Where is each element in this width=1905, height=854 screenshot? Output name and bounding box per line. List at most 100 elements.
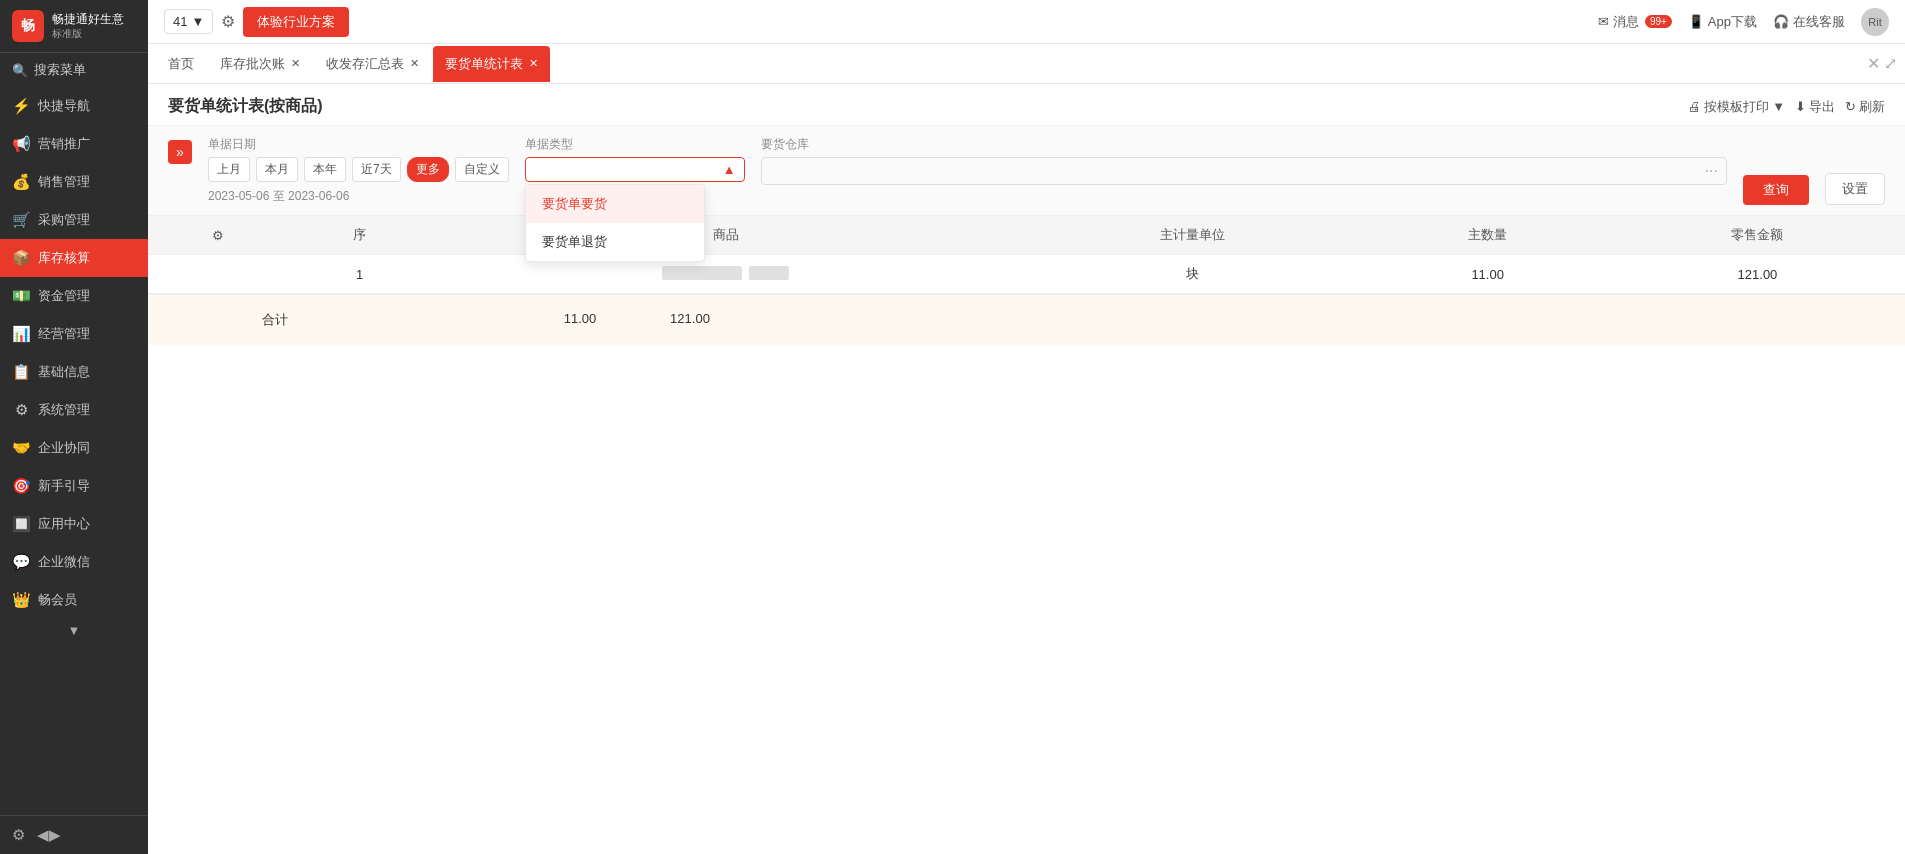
sidebar-item-enterprise[interactable]: 🤝 企业协同 (0, 429, 148, 467)
nav-label-enterprise: 企业协同 (38, 439, 90, 457)
avatar[interactable]: Rit (1861, 8, 1889, 36)
trial-button[interactable]: 体验行业方案 (243, 7, 349, 37)
logo-text: 畅捷通好生意 (52, 11, 124, 28)
sidebar-item-finance[interactable]: 💵资金管理 (0, 277, 148, 315)
app-download-btn[interactable]: 📱 App下载 (1688, 13, 1757, 31)
sidebar-item-quick-nav[interactable]: ⚡快捷导航 (0, 87, 148, 125)
warehouse-more[interactable]: ··· (1705, 162, 1718, 180)
nav-label-guide: 新手引导 (38, 477, 90, 495)
row-unit-0: 块 (1020, 255, 1365, 294)
export-btn[interactable]: ⬇ 导出 (1795, 98, 1835, 116)
close-all-tabs[interactable]: ✕ ⤢ (1867, 54, 1897, 73)
btn-more[interactable]: 更多 (407, 157, 449, 182)
main-area: 41 ▼ ⚙ 体验行业方案 ✉ 消息 99+ 📱 App下载 🎧 在线客服 Ri… (148, 0, 1905, 854)
query-btn[interactable]: 查询 (1743, 175, 1809, 205)
footer-label: 合计 (250, 307, 430, 333)
logo-subtext: 标准版 (52, 27, 124, 41)
warehouse-input[interactable]: ··· (761, 157, 1727, 185)
filter-type-group: 单据类型 ▲ 要货单要货要货单退货 (525, 136, 745, 182)
sidebar-item-system[interactable]: ⚙系统管理 (0, 391, 148, 429)
topbar-right: ✉ 消息 99+ 📱 App下载 🎧 在线客服 Rit (1598, 8, 1889, 36)
service-label: 在线客服 (1793, 13, 1845, 31)
sidebar-logo: 畅 畅捷通好生意 标准版 (0, 0, 148, 53)
sidebar: 畅 畅捷通好生意 标准版 🔍 搜索菜单 ⚡快捷导航📢营销推广💰销售管理🛒采购管理… (0, 0, 148, 854)
tab-label-home: 首页 (168, 55, 194, 73)
tab-label-batch: 库存批次账 (220, 55, 285, 73)
tab-home[interactable]: 首页 (156, 46, 206, 82)
nav-label-operations: 经营管理 (38, 325, 90, 343)
filter-warehouse-group: 要货仓库 ··· (761, 136, 1727, 185)
sidebar-item-guide[interactable]: 🎯 新手引导 (0, 467, 148, 505)
col-header-num: 序 (288, 216, 432, 255)
btn-prev-month[interactable]: 上月 (208, 157, 250, 182)
btn-this-month[interactable]: 本月 (256, 157, 298, 182)
settings-icon[interactable]: ⚙ (12, 826, 25, 844)
print-dropdown-icon: ▼ (1772, 99, 1785, 114)
type-select[interactable]: ▲ (525, 157, 745, 182)
sidebar-item-wechat[interactable]: 💬企业微信 (0, 543, 148, 581)
footer-spacer-unit (430, 307, 530, 333)
sidebar-item-member[interactable]: 👑 畅会员 (0, 581, 148, 619)
service-icon: 🎧 (1773, 14, 1789, 29)
refresh-btn[interactable]: ↻ 刷新 (1845, 98, 1885, 116)
tab-close-batch[interactable]: ✕ (291, 57, 300, 70)
filter-date-range: 2023-05-06 至 2023-06-06 (208, 188, 509, 205)
message-icon: ✉ (1598, 14, 1609, 29)
dropdown-option-requisition-return[interactable]: 要货单退货 (526, 223, 704, 261)
topbar-left: 41 ▼ ⚙ 体验行业方案 (164, 7, 1586, 37)
nav-icon-system: ⚙ (12, 401, 30, 419)
tab-summary[interactable]: 收发存汇总表✕ (314, 46, 431, 82)
company-selector[interactable]: 41 ▼ (164, 9, 213, 34)
search-menu[interactable]: 🔍 搜索菜单 (0, 53, 148, 87)
page-header: 要货单统计表(按商品) 🖨 按模板打印 ▼ ⬇ 导出 ↻ 刷新 (148, 84, 1905, 126)
page-actions: 🖨 按模板打印 ▼ ⬇ 导出 ↻ 刷新 (1688, 98, 1885, 116)
sidebar-bottom: ⚙ ◀▶ (0, 815, 148, 854)
sidebar-item-purchase[interactable]: 🛒采购管理 (0, 201, 148, 239)
btn-this-year[interactable]: 本年 (304, 157, 346, 182)
data-table: ⚙序商品主计量单位主数量零售金额 1 块 11.00 121.00 (148, 216, 1905, 294)
nav-label-inventory: 库存核算 (38, 249, 90, 267)
btn-last7[interactable]: 近7天 (352, 157, 401, 182)
warehouse-filter-label: 要货仓库 (761, 136, 1727, 153)
settings-btn[interactable]: 设置 (1825, 173, 1885, 205)
sidebar-scroll-down[interactable]: ▼ (0, 619, 148, 642)
print-btn[interactable]: 🖨 按模板打印 ▼ (1688, 98, 1785, 116)
expand-icon: ⤢ (1884, 54, 1897, 73)
sidebar-item-marketing[interactable]: 📢营销推广 (0, 125, 148, 163)
sidebar-item-basic[interactable]: 📋基础信息 (0, 353, 148, 391)
sidebar-item-sales[interactable]: 💰销售管理 (0, 163, 148, 201)
messages-btn[interactable]: ✉ 消息 99+ (1598, 13, 1672, 31)
tab-close-requisition[interactable]: ✕ (529, 57, 538, 70)
col-header-amount: 零售金额 (1610, 216, 1905, 255)
sidebar-item-inventory[interactable]: 📦库存核算 (0, 239, 148, 277)
nav-icon-enterprise: 🤝 (12, 439, 30, 457)
online-service-btn[interactable]: 🎧 在线客服 (1773, 13, 1845, 31)
tab-batch[interactable]: 库存批次账 ✕ (208, 46, 312, 82)
btn-custom[interactable]: 自定义 (455, 157, 509, 182)
col-header-product: 商品 (431, 216, 1020, 255)
tab-requisition[interactable]: 要货单统计表✕ (433, 46, 550, 82)
refresh-label: 刷新 (1859, 98, 1885, 116)
type-filter-label: 单据类型 (525, 136, 745, 153)
filter-bar: » 单据日期 上月 本月 本年 近7天 更多 自定义 2023-05-06 至 … (148, 126, 1905, 216)
tab-close-summary[interactable]: ✕ (410, 57, 419, 70)
collapse-icon[interactable]: ◀▶ (37, 826, 61, 844)
sidebar-item-operations[interactable]: 📊经营管理 (0, 315, 148, 353)
nav-icon-marketing: 📢 (12, 135, 30, 153)
dropdown-option-requisition-order[interactable]: 要货单要货 (526, 185, 704, 223)
table-container: ⚙序商品主计量单位主数量零售金额 1 块 11.00 121.00 (148, 216, 1905, 294)
nav-icon-purchase: 🛒 (12, 211, 30, 229)
sidebar-item-apps[interactable]: 🔲应用中心 (0, 505, 148, 543)
row-product-0 (431, 255, 1020, 294)
footer-spacer-num (200, 307, 250, 333)
nav-icon-member: 👑 (12, 591, 30, 609)
col-header-unit: 主计量单位 (1020, 216, 1365, 255)
nav-label-member: 畅会员 (38, 591, 77, 609)
export-label: 导出 (1809, 98, 1835, 116)
topbar-settings-icon[interactable]: ⚙ (221, 12, 235, 31)
nav-icon-guide: 🎯 (12, 477, 30, 495)
nav-icon-sales: 💰 (12, 173, 30, 191)
filter-expand-btn[interactable]: » (168, 140, 192, 164)
dropdown-icon: ▼ (191, 14, 204, 29)
type-select-arrow: ▲ (723, 162, 736, 177)
